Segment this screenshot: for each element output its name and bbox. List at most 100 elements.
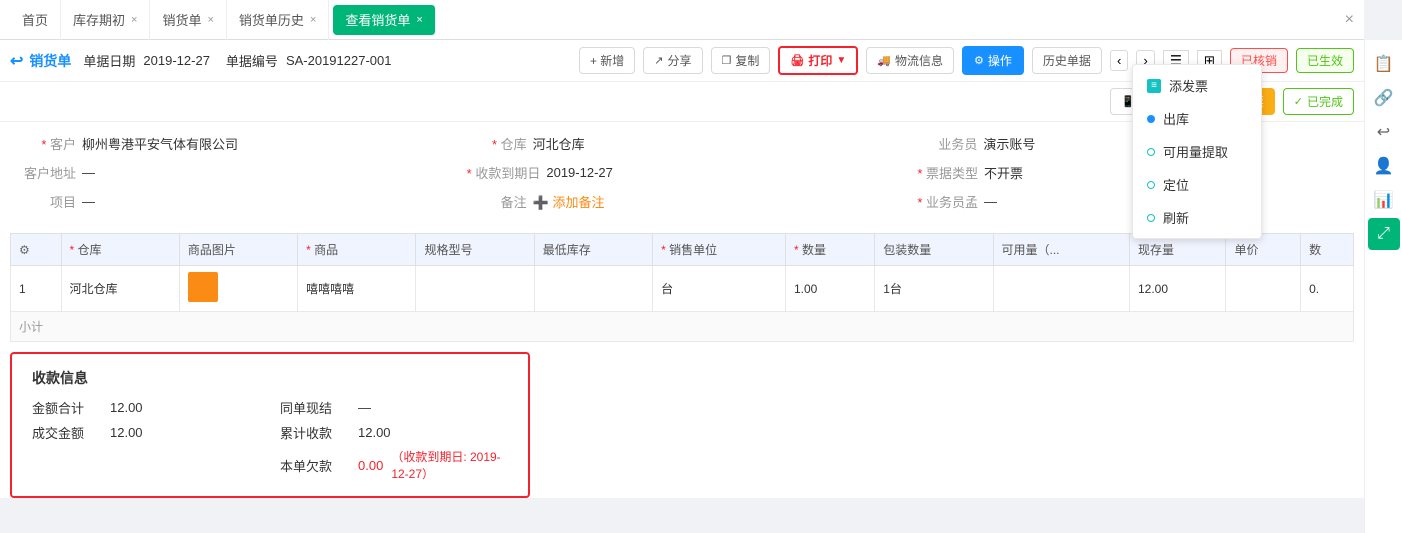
tab-sales-label: 销货单 xyxy=(162,10,201,29)
tab-bar-close-icon[interactable]: × xyxy=(1345,11,1354,29)
debt-value: 0.00 xyxy=(358,458,383,473)
warehouse-label: 仓库 xyxy=(467,134,527,153)
menu-available-label: 可用量提取 xyxy=(1163,142,1228,161)
staff2-label: 业务员孟 xyxy=(917,192,978,211)
address-value: — xyxy=(82,165,95,180)
outbound-icon xyxy=(1147,115,1155,123)
project-field: 项目 — xyxy=(16,192,447,211)
payment-title: 收款信息 xyxy=(32,368,508,388)
subtotal-row: 小计 xyxy=(11,312,1354,342)
effect-badge: 已生效 xyxy=(1296,48,1354,73)
tab-sales-close[interactable]: × xyxy=(207,14,213,26)
tab-home[interactable]: 首页 xyxy=(10,0,61,40)
th-image: 商品图片 xyxy=(179,234,297,266)
accumulated-label: 累计收款 xyxy=(280,423,350,442)
total-row: 金额合计 12.00 xyxy=(32,398,260,417)
payment-box: 收款信息 金额合计 12.00 同单现结 — 成交金额 12.00 累计收款 1… xyxy=(10,352,530,498)
total-value: 12.00 xyxy=(110,400,143,415)
th-qty: 数量 xyxy=(785,234,874,266)
th-available: 可用量（... xyxy=(993,234,1130,266)
sidebar-clipboard-icon[interactable]: 📋 xyxy=(1368,48,1400,80)
tab-sales-history[interactable]: 销货单历史 × xyxy=(227,0,329,40)
tab-history-close[interactable]: × xyxy=(310,14,316,26)
td-unit: 台 xyxy=(653,266,786,312)
sidebar-link-icon[interactable]: 🔗 xyxy=(1368,82,1400,114)
ticket-label: 票据类型 xyxy=(917,163,978,182)
logistics-button[interactable]: 🚚 物流信息 xyxy=(866,47,954,74)
menu-available-extract[interactable]: 可用量提取 xyxy=(1133,135,1261,168)
warehouse-field: 仓库 河北仓库 xyxy=(467,134,898,153)
staff-label: 业务员 xyxy=(917,134,977,153)
tab-inventory-close[interactable]: × xyxy=(131,14,137,26)
debt-row: 本单欠款 0.00 （收款到期日: 2019-12-27） xyxy=(280,448,508,482)
table-row: 1 河北仓库 嘻嘻嘻嘻 台 1.00 1台 12.00 xyxy=(11,266,1354,312)
sidebar-return-icon[interactable]: ↩ xyxy=(1368,116,1400,148)
menu-locate-label: 定位 xyxy=(1163,175,1189,194)
ticket-value: 不开票 xyxy=(984,163,1023,182)
td-stock: 12.00 xyxy=(1130,266,1226,312)
project-value: — xyxy=(82,194,95,209)
menu-add-invoice[interactable]: ≡ 添发票 xyxy=(1133,69,1261,102)
doc-type-label: 销货单 xyxy=(29,51,71,71)
tab-sales-order[interactable]: 销货单 × xyxy=(150,0,226,40)
tab-view-sales[interactable]: 查看销货单 × xyxy=(333,5,435,35)
right-sidebar: 📋 🔗 ↩ 👤 📊 ⤢ xyxy=(1364,40,1402,533)
th-pack-qty: 包装数量 xyxy=(875,234,993,266)
customer-field: 客户 柳州粤港平安气体有限公司 xyxy=(16,134,447,153)
prev-button[interactable]: ‹ xyxy=(1110,50,1128,71)
print-button[interactable]: 🖨 打印 ▼ xyxy=(778,46,858,75)
address-label: 客户地址 xyxy=(16,163,76,182)
th-unit: 销售单位 xyxy=(653,234,786,266)
staff2-value: — xyxy=(984,194,997,209)
debt-note: （收款到期日: 2019-12-27） xyxy=(391,448,508,482)
dropdown-menu: ≡ 添发票 出库 可用量提取 定位 刷新 xyxy=(1132,64,1262,239)
transaction-value: 12.00 xyxy=(110,425,143,440)
due-date-value: 2019-12-27 xyxy=(546,165,613,180)
locate-icon xyxy=(1147,181,1155,189)
td-other: 0. xyxy=(1301,266,1354,312)
menu-refresh[interactable]: 刷新 xyxy=(1133,201,1261,234)
td-pack-qty: 1台 xyxy=(875,266,993,312)
add-note-button[interactable]: ➕ 添加备注 xyxy=(533,192,605,211)
debt-label: 本单欠款 xyxy=(280,456,350,475)
total-label: 金额合计 xyxy=(32,398,102,417)
complete-button[interactable]: ✓ 已完成 xyxy=(1283,88,1354,115)
sidebar-user-icon[interactable]: 👤 xyxy=(1368,150,1400,182)
payment-grid: 金额合计 12.00 同单现结 — 成交金额 12.00 累计收款 12.00 xyxy=(32,398,508,482)
tab-inventory-label: 库存期初 xyxy=(73,10,125,29)
operate-button[interactable]: ⚙ 操作 xyxy=(962,46,1024,75)
th-other: 数 xyxy=(1301,234,1354,266)
settlement-value: — xyxy=(358,400,371,415)
product-table: ⚙ 仓库 商品图片 商品 规格型号 最低库存 销售单位 数量 包装数量 可用量（… xyxy=(10,233,1354,342)
due-date-field: 收款到期日 2019-12-27 xyxy=(467,163,898,182)
tab-view-close[interactable]: × xyxy=(416,14,422,26)
tab-home-label: 首页 xyxy=(22,10,48,29)
product-image xyxy=(188,272,218,302)
warehouse-value: 河北仓库 xyxy=(533,134,585,153)
menu-outbound[interactable]: 出库 xyxy=(1133,102,1261,135)
menu-locate[interactable]: 定位 xyxy=(1133,168,1261,201)
td-min-stock xyxy=(534,266,652,312)
sidebar-expand-icon[interactable]: ⤢ xyxy=(1368,218,1400,250)
share-button[interactable]: ↗ 分享 xyxy=(643,47,702,74)
note-field: 备注 ➕ 添加备注 xyxy=(467,192,898,211)
address-field: 客户地址 — xyxy=(16,163,447,182)
subtotal-label: 小计 xyxy=(11,312,1354,342)
td-image xyxy=(179,266,297,312)
menu-refresh-label: 刷新 xyxy=(1163,208,1189,227)
sidebar-chart-icon[interactable]: 📊 xyxy=(1368,184,1400,216)
staff-value: 演示账号 xyxy=(983,134,1035,153)
copy-button[interactable]: ❐ 复制 xyxy=(711,47,771,74)
tab-bar: 首页 库存期初 × 销货单 × 销货单历史 × 查看销货单 × × xyxy=(0,0,1364,40)
tab-inventory-init[interactable]: 库存期初 × xyxy=(61,0,150,40)
settlement-label: 同单现结 xyxy=(280,398,350,417)
toolbar-left: ↩ 销货单 单据日期 2019-12-27 单据编号 SA-20191227-0… xyxy=(10,51,391,71)
history-button[interactable]: 历史单据 xyxy=(1032,47,1102,74)
th-warehouse: 仓库 xyxy=(61,234,179,266)
menu-add-invoice-label: 添发票 xyxy=(1169,76,1208,95)
settlement-row: 同单现结 — xyxy=(280,398,508,417)
doc-type: ↩ 销货单 xyxy=(10,51,71,71)
new-button[interactable]: + 新增 xyxy=(579,47,635,74)
doc-number-label: 单据编号 SA-20191227-001 xyxy=(226,51,392,70)
th-settings[interactable]: ⚙ xyxy=(11,234,62,266)
